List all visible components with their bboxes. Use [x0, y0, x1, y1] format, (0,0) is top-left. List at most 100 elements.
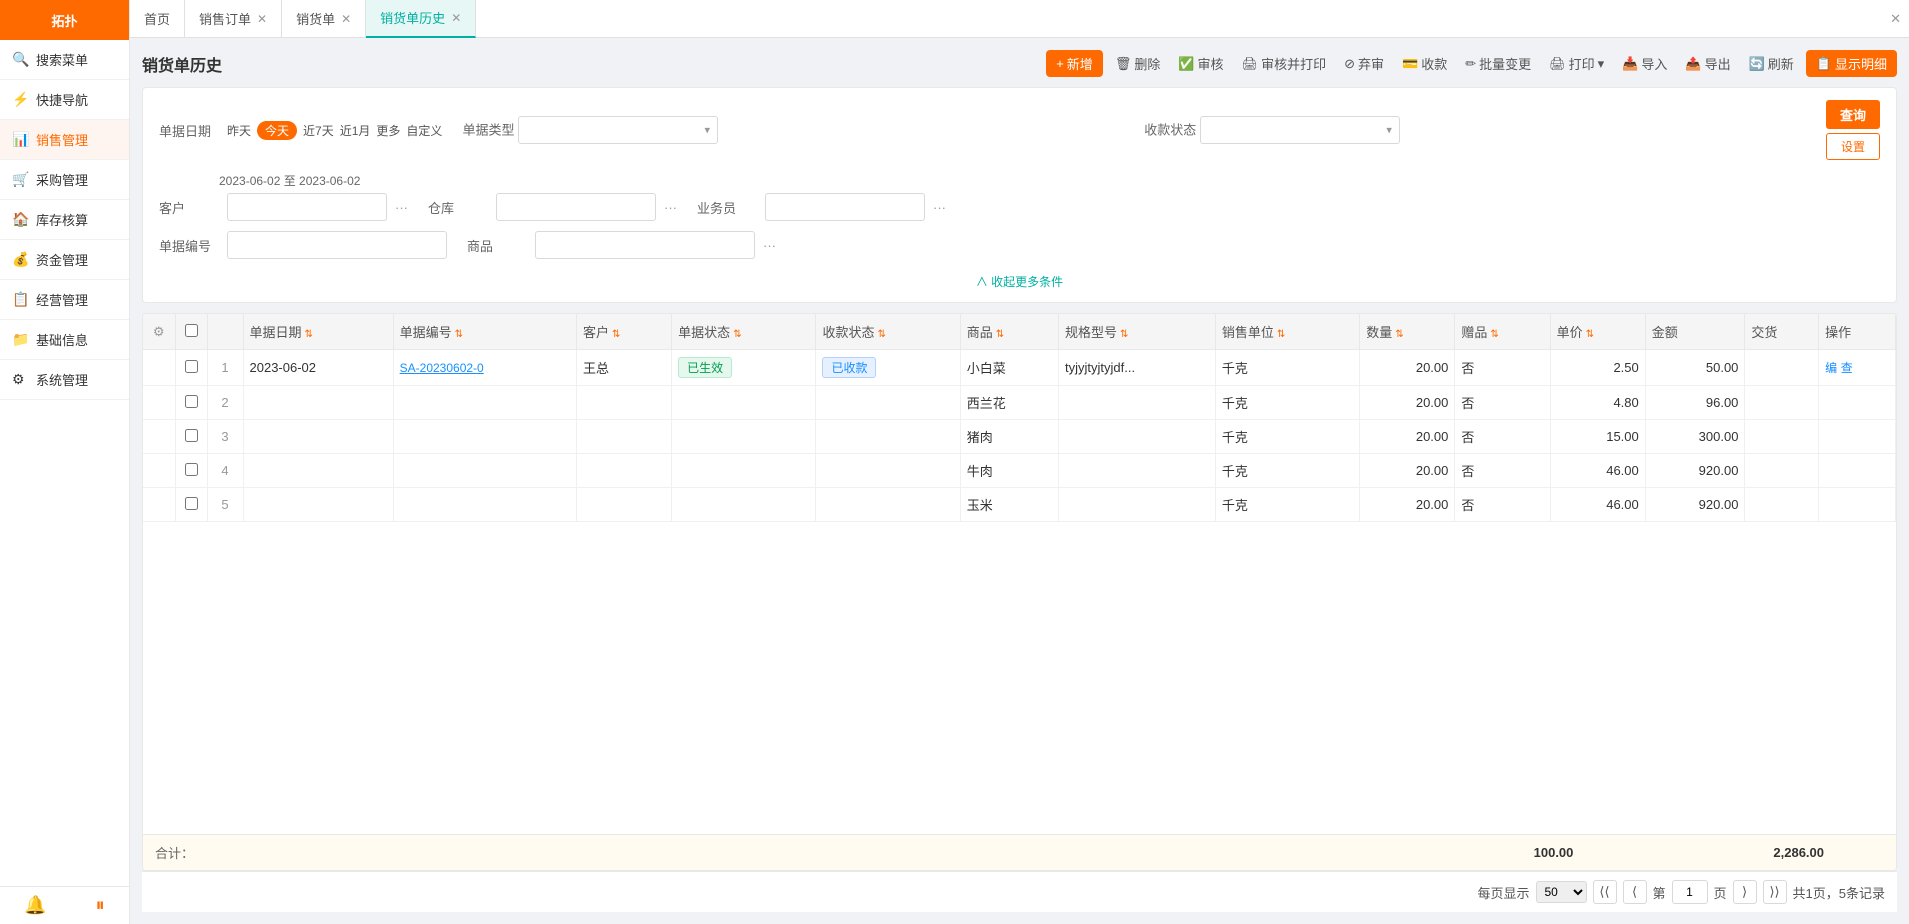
row-unit-price-2: 15.00 — [1550, 420, 1645, 454]
row-checkbox-3[interactable] — [175, 454, 207, 488]
staff-input[interactable] — [765, 193, 925, 221]
row-doc-no-3[interactable] — [393, 454, 576, 488]
sales-unit-column-header[interactable]: 销售单位⇅ — [1215, 314, 1359, 350]
shortcut-yesterday[interactable]: 昨天 — [227, 122, 251, 139]
discard-button[interactable]: ⊘ 弃审 — [1338, 51, 1390, 76]
product-filter-input[interactable] — [535, 231, 755, 259]
payment-status-column-header[interactable]: 收款状态⇅ — [816, 314, 960, 350]
pause-icon[interactable]: ⏸ — [96, 895, 105, 916]
doc-type-label: 单据类型 — [462, 123, 514, 138]
notification-icon[interactable]: 🔔 — [24, 895, 46, 916]
row-checkbox-4[interactable] — [175, 488, 207, 522]
page-number-input[interactable] — [1672, 880, 1708, 904]
warehouse-ellipsis[interactable]: ··· — [664, 200, 677, 215]
collect-button[interactable]: 💳 收款 — [1396, 51, 1453, 76]
unit-price-column-header[interactable]: 单价⇅ — [1550, 314, 1645, 350]
export-button[interactable]: 📤 导出 — [1679, 51, 1736, 76]
shortcut-more[interactable]: 更多 — [376, 122, 400, 139]
customer-ellipsis[interactable]: ··· — [395, 200, 408, 215]
product-column-header[interactable]: 商品⇅ — [960, 314, 1058, 350]
next-page-button[interactable]: ⟩ — [1733, 880, 1757, 904]
rownum-column-header — [207, 314, 243, 350]
last-page-button[interactable]: ⟩⟩ — [1763, 880, 1787, 904]
row-gear-4[interactable] — [143, 488, 175, 522]
row-doc-no-0[interactable]: SA-20230602-0 — [393, 350, 576, 386]
page-content: 销货单历史 + 新增 🗑 删除 ✅ 审核 🖨 审核并打印 — [130, 38, 1909, 924]
sidebar-item-label: 销售管理 — [36, 130, 88, 149]
sidebar-logo: 拓扑 — [0, 0, 129, 40]
row-checkbox-1[interactable] — [175, 386, 207, 420]
product-ellipsis[interactable]: ··· — [763, 238, 776, 253]
row-spec-1 — [1059, 386, 1216, 420]
collapse-btn[interactable]: ∧ 收起更多条件 — [159, 269, 1880, 290]
show-detail-button[interactable]: 📋 显示明细 — [1806, 50, 1897, 77]
row-num-2: 3 — [207, 420, 243, 454]
row-doc-no-1[interactable] — [393, 386, 576, 420]
row-gear-1[interactable] — [143, 386, 175, 420]
row-num-1: 2 — [207, 386, 243, 420]
audit-button[interactable]: ✅ 审核 — [1172, 51, 1229, 76]
row-gift-3: 否 — [1455, 454, 1550, 488]
row-gear-0[interactable] — [143, 350, 175, 386]
shortcut-7days[interactable]: 近7天 — [303, 122, 334, 139]
new-button[interactable]: + 新增 — [1046, 50, 1103, 77]
refresh-button[interactable]: 🔄 刷新 — [1743, 51, 1800, 76]
sidebar-item-sys-mgmt[interactable]: ⚙ 系统管理 — [0, 360, 129, 400]
row-customer-1 — [576, 386, 671, 420]
warehouse-input[interactable] — [496, 193, 656, 221]
doc-date-column-header[interactable]: 单据日期⇅ — [243, 314, 393, 350]
spec-column-header[interactable]: 规格型号⇅ — [1059, 314, 1216, 350]
sidebar-item-sales-mgmt[interactable]: 📊 销售管理 — [0, 120, 129, 160]
shortcut-1month[interactable]: 近1月 — [340, 122, 371, 139]
sidebar-item-operations[interactable]: 📋 经营管理 — [0, 280, 129, 320]
select-all-checkbox[interactable] — [185, 324, 198, 337]
page-size-select[interactable]: 50 100 200 — [1536, 881, 1587, 903]
row-checkbox-0[interactable] — [175, 350, 207, 386]
doc-no-column-header[interactable]: 单据编号⇅ — [393, 314, 576, 350]
settings-button[interactable]: 设置 — [1826, 133, 1880, 160]
sidebar-item-purchase-mgmt[interactable]: 🛒 采购管理 — [0, 160, 129, 200]
customer-input[interactable] — [227, 193, 387, 221]
sidebar-item-finance[interactable]: 💰 资金管理 — [0, 240, 129, 280]
doc-status-column-header[interactable]: 单据状态⇅ — [672, 314, 816, 350]
doc-type-select[interactable] — [518, 116, 718, 144]
tab-delivery-history-label: 销货单历史 — [380, 8, 445, 27]
sidebar-item-quick-nav[interactable]: ⚡ 快捷导航 — [0, 80, 129, 120]
row-sales-unit-4: 千克 — [1215, 488, 1359, 522]
row-doc-no-2[interactable] — [393, 420, 576, 454]
delete-button[interactable]: 🗑 删除 — [1109, 51, 1167, 76]
batch-change-button[interactable]: ✏ 批量变更 — [1459, 51, 1537, 76]
quantity-column-header[interactable]: 数量⇅ — [1360, 314, 1455, 350]
sidebar-item-inventory[interactable]: 🏠 库存核算 — [0, 200, 129, 240]
first-page-button[interactable]: ⟨⟨ — [1593, 880, 1617, 904]
sidebar-item-search-menu[interactable]: 🔍 搜索菜单 — [0, 40, 129, 80]
row-action-1 — [1819, 386, 1896, 420]
tab-delivery-history[interactable]: 销货单历史 ✕ — [366, 0, 476, 38]
audit-print-button[interactable]: 🖨 审核并打印 — [1236, 51, 1333, 76]
shortcut-custom[interactable]: 自定义 — [406, 122, 442, 139]
sidebar-item-basic-info[interactable]: 📁 基础信息 — [0, 320, 129, 360]
tab-sales-order[interactable]: 销售订单 ✕ — [185, 0, 282, 38]
prev-page-button[interactable]: ⟨ — [1623, 880, 1647, 904]
shortcut-today[interactable]: 今天 — [257, 121, 297, 140]
row-doc-no-4[interactable] — [393, 488, 576, 522]
customer-column-header[interactable]: 客户⇅ — [576, 314, 671, 350]
row-checkbox-2[interactable] — [175, 420, 207, 454]
tab-home[interactable]: 首页 — [130, 0, 185, 38]
payment-status-select[interactable] — [1200, 116, 1400, 144]
import-button[interactable]: 📥 导入 — [1616, 51, 1673, 76]
doc-number-input[interactable] — [227, 231, 447, 259]
gift-column-header[interactable]: 赠品⇅ — [1455, 314, 1550, 350]
tab-delivery[interactable]: 销货单 ✕ — [282, 0, 366, 38]
print-button[interactable]: 🖨 打印 ▾ — [1543, 51, 1610, 76]
row-gear-3[interactable] — [143, 454, 175, 488]
tabs-close-all[interactable]: ✕ — [1890, 11, 1909, 27]
query-button[interactable]: 查询 — [1826, 100, 1880, 129]
tab-sales-order-close[interactable]: ✕ — [257, 12, 267, 26]
row-gear-2[interactable] — [143, 420, 175, 454]
gear-column-header[interactable]: ⚙ — [143, 314, 175, 350]
tab-delivery-close[interactable]: ✕ — [341, 12, 351, 26]
staff-ellipsis[interactable]: ··· — [933, 200, 946, 215]
filter-doc-type: 单据类型 — [462, 116, 1124, 144]
tab-delivery-history-close[interactable]: ✕ — [451, 11, 461, 25]
